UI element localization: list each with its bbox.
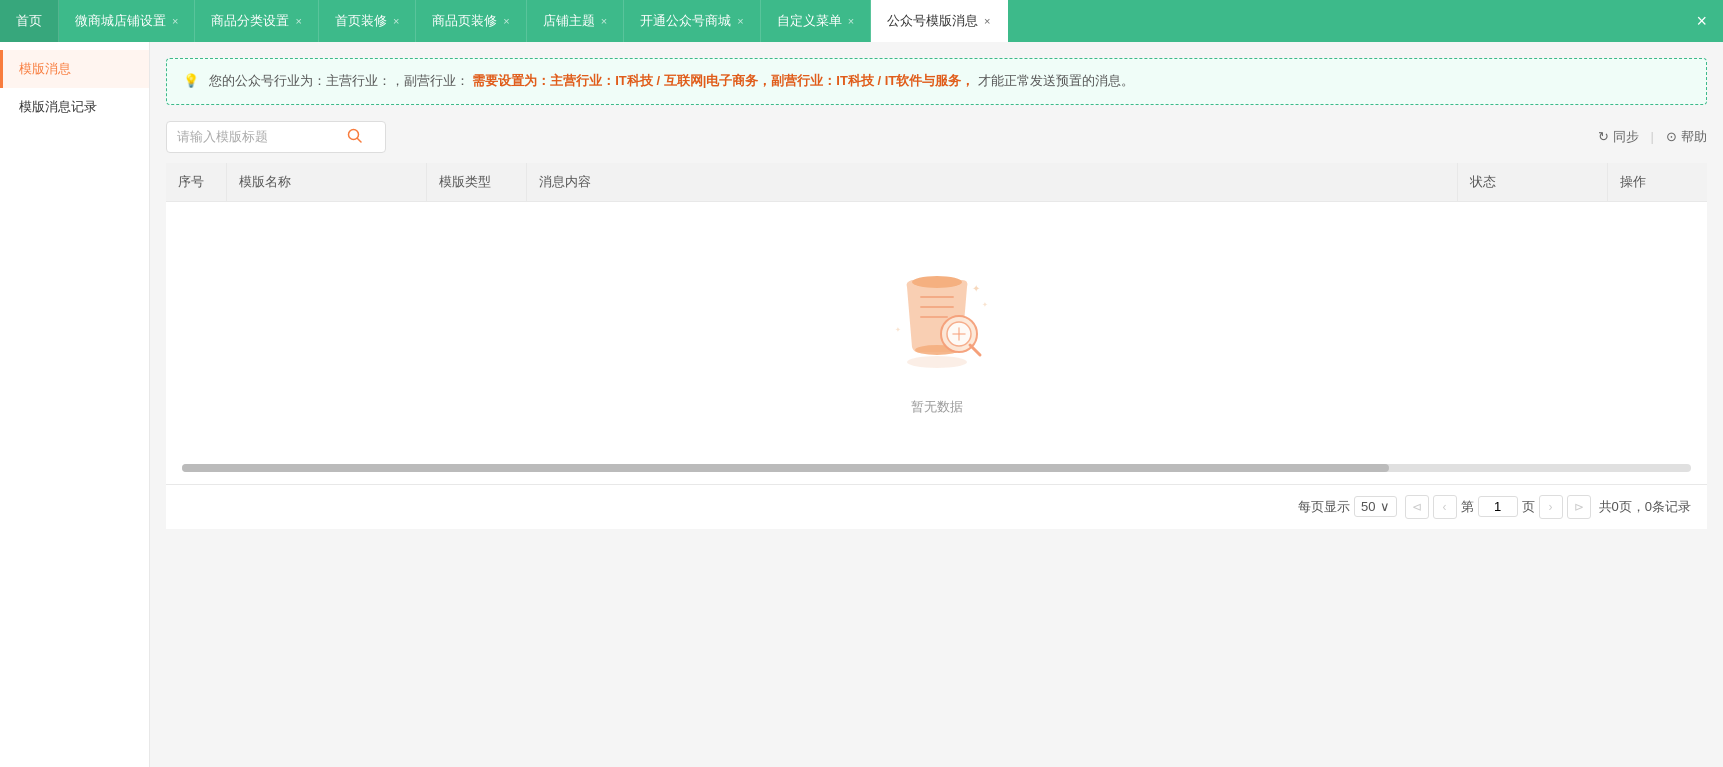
close-icon[interactable]: ×	[848, 15, 854, 27]
search-button[interactable]	[347, 128, 362, 146]
notice-highlight: 需要设置为：主营行业：IT科技 / 互联网|电子商务，副营行业：IT科技 / I…	[472, 73, 974, 88]
toolbar-right: ↻ 同步 | ⊙ 帮助	[1598, 128, 1707, 146]
main-layout: 模版消息 模版消息记录 💡 您的公众号行业为：主营行业：，副营行业： 需要设置为…	[0, 42, 1723, 767]
search-input-wrap	[166, 121, 386, 153]
sidebar-item-template-msg-records[interactable]: 模版消息记录	[0, 88, 149, 126]
notice-suffix: 才能正常发送预置的消息。	[978, 73, 1134, 88]
sidebar-item-template-msg-label: 模版消息	[19, 61, 71, 76]
page-size-chevron-icon: ∨	[1380, 499, 1390, 514]
col-header-action: 操作	[1607, 163, 1707, 202]
help-label: 帮助	[1681, 128, 1707, 146]
close-icon[interactable]: ×	[601, 15, 607, 27]
page-size-value: 50	[1361, 499, 1375, 514]
close-icon[interactable]: ×	[172, 15, 178, 27]
nav-tab-category-label: 商品分类设置	[211, 12, 289, 30]
table-wrapper: 序号 模版名称 模版类型 消息内容 状态 操作	[166, 163, 1707, 529]
first-page-button[interactable]: ⊲	[1405, 495, 1429, 519]
table-footer: 每页显示 50 ∨ ⊲ ‹ 第 页 › ⊳ 共0页，0条记录	[166, 484, 1707, 529]
data-table: 序号 模版名称 模版类型 消息内容 状态 操作	[166, 163, 1707, 202]
sync-label: 同步	[1613, 128, 1639, 146]
help-button[interactable]: ⊙ 帮助	[1666, 128, 1707, 146]
col-header-status: 状态	[1457, 163, 1607, 202]
nav-tab-home-decor[interactable]: 首页装修 ×	[319, 0, 416, 42]
col-header-seq: 序号	[166, 163, 226, 202]
search-input[interactable]	[177, 129, 347, 144]
nav-tab-shop-settings-label: 微商城店铺设置	[75, 12, 166, 30]
search-bar: ↻ 同步 | ⊙ 帮助	[166, 121, 1707, 153]
nav-tab-home[interactable]: 首页	[0, 0, 59, 42]
page-navigation: ⊲ ‹ 第 页 › ⊳	[1405, 495, 1591, 519]
col-header-content: 消息内容	[526, 163, 1457, 202]
sidebar: 模版消息 模版消息记录	[0, 42, 150, 767]
next-page-button[interactable]: ›	[1539, 495, 1563, 519]
svg-text:✦: ✦	[982, 301, 988, 308]
svg-text:✦: ✦	[895, 326, 901, 333]
nav-tab-home-label: 首页	[16, 12, 42, 30]
pagination-summary: 共0页，0条记录	[1599, 498, 1691, 516]
scrollbar-area	[166, 464, 1707, 484]
notice-icon: 💡	[183, 73, 199, 88]
top-nav: 首页 微商城店铺设置 × 商品分类设置 × 首页装修 × 商品页装修 × 店铺主…	[0, 0, 1723, 42]
empty-illustration: ✦ ✦ ✦	[877, 262, 997, 382]
current-page-input[interactable]	[1478, 496, 1518, 517]
sidebar-item-template-msg[interactable]: 模版消息	[0, 50, 149, 88]
close-icon[interactable]: ×	[737, 15, 743, 27]
nav-tab-template-msg-label: 公众号模版消息	[887, 12, 978, 30]
nav-tab-menu-label: 自定义菜单	[777, 12, 842, 30]
page-size-label: 每页显示	[1298, 498, 1350, 516]
col-header-name: 模版名称	[226, 163, 426, 202]
notice-prefix: 您的公众号行业为：主营行业：，副营行业：	[209, 73, 469, 88]
toolbar-divider: |	[1651, 129, 1654, 144]
svg-line-1	[358, 138, 362, 142]
help-icon: ⊙	[1666, 129, 1677, 144]
nav-tab-mall-label: 开通公众号商城	[640, 12, 731, 30]
page-di-label: 第	[1461, 498, 1474, 516]
svg-line-10	[970, 345, 980, 355]
notice-box: 💡 您的公众号行业为：主营行业：，副营行业： 需要设置为：主营行业：IT科技 /…	[166, 58, 1707, 105]
nav-tab-home-decor-label: 首页装修	[335, 12, 387, 30]
nav-tab-menu[interactable]: 自定义菜单 ×	[761, 0, 871, 42]
sync-icon: ↻	[1598, 129, 1609, 144]
prev-page-button[interactable]: ‹	[1433, 495, 1457, 519]
page-size-selector: 每页显示 50 ∨	[1298, 496, 1396, 517]
svg-point-2	[907, 356, 967, 368]
empty-state: ✦ ✦ ✦ 暂无数据	[166, 202, 1707, 456]
scrollbar-thumb[interactable]	[182, 464, 1389, 472]
nav-tab-category[interactable]: 商品分类设置 ×	[195, 0, 318, 42]
sidebar-item-template-msg-records-label: 模版消息记录	[19, 99, 97, 114]
nav-tab-product-decor-label: 商品页装修	[432, 12, 497, 30]
close-icon[interactable]: ×	[393, 15, 399, 27]
page-size-select-box[interactable]: 50 ∨	[1354, 496, 1396, 517]
content-area: 💡 您的公众号行业为：主营行业：，副营行业： 需要设置为：主营行业：IT科技 /…	[150, 42, 1723, 767]
svg-point-3	[912, 276, 962, 288]
nav-tab-theme[interactable]: 店铺主题 ×	[527, 0, 624, 42]
svg-text:✦: ✦	[972, 283, 980, 294]
scrollbar-track[interactable]	[182, 464, 1691, 472]
close-icon[interactable]: ×	[503, 15, 509, 27]
col-header-type: 模版类型	[426, 163, 526, 202]
last-page-button[interactable]: ⊳	[1567, 495, 1591, 519]
nav-tab-shop-settings[interactable]: 微商城店铺设置 ×	[59, 0, 195, 42]
close-icon[interactable]: ×	[295, 15, 301, 27]
page-unit-label: 页	[1522, 498, 1535, 516]
nav-tab-theme-label: 店铺主题	[543, 12, 595, 30]
close-icon[interactable]: ×	[984, 15, 990, 27]
nav-tab-product-decor[interactable]: 商品页装修 ×	[416, 0, 526, 42]
table-header: 序号 模版名称 模版类型 消息内容 状态 操作	[166, 163, 1707, 202]
empty-text: 暂无数据	[911, 398, 963, 416]
nav-tab-mall[interactable]: 开通公众号商城 ×	[624, 0, 760, 42]
nav-tab-template-msg[interactable]: 公众号模版消息 ×	[871, 0, 1007, 42]
sync-button[interactable]: ↻ 同步	[1598, 128, 1639, 146]
close-all-tabs-button[interactable]: ×	[1680, 11, 1723, 32]
